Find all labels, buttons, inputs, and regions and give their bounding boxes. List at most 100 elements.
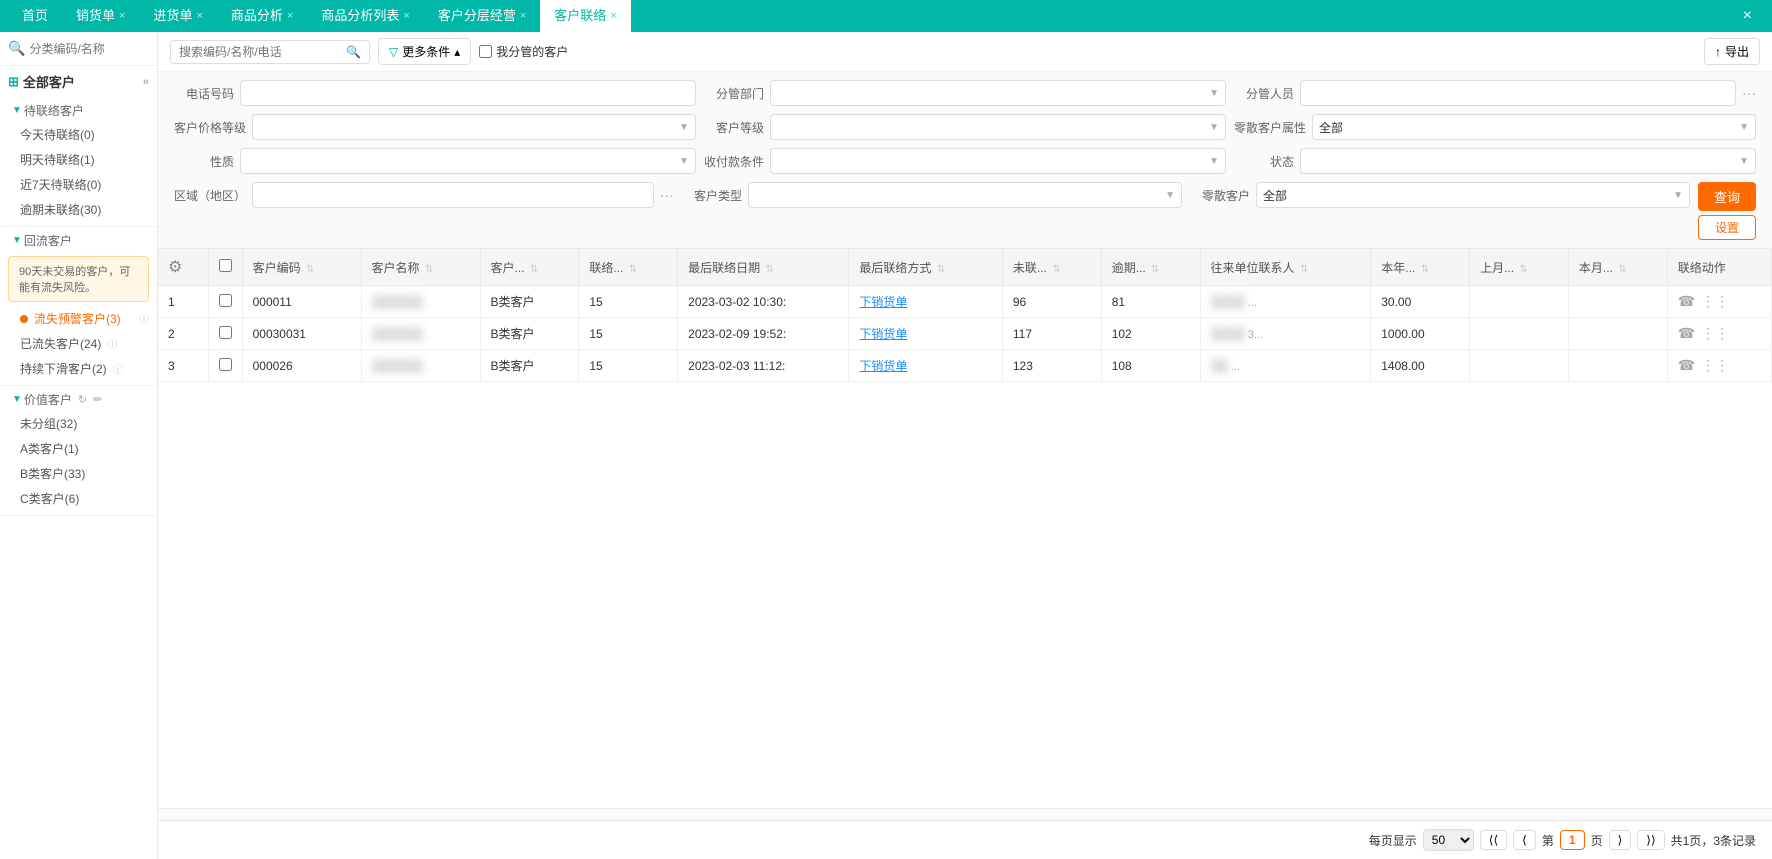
sidebar-item-class-b[interactable]: B类客户(33) bbox=[0, 461, 157, 486]
customer-level-select[interactable]: ▼ bbox=[770, 114, 1226, 140]
value-customers-title[interactable]: ▼ 价值客户 ↻ ✏ bbox=[0, 386, 157, 411]
payment-select[interactable]: ▼ bbox=[770, 148, 1226, 174]
sidebar-item-7days[interactable]: 近7天待联络(0) bbox=[0, 172, 157, 197]
grid-settings-icon[interactable]: ⚙ bbox=[168, 259, 182, 276]
contact-sort-icon[interactable]: ⇅ bbox=[629, 264, 637, 275]
filter-bar: 🔍 ▽ 更多条件 ▴ 我分管的客户 ↑ 导出 bbox=[158, 32, 1772, 72]
my-customers-checkbox[interactable]: 我分管的客户 bbox=[479, 43, 568, 60]
row1-method-link[interactable]: 下销货单 bbox=[859, 295, 907, 309]
row1-phone-icon[interactable]: ☎ bbox=[1678, 293, 1695, 310]
overdue-sort-icon[interactable]: ⇅ bbox=[1151, 264, 1159, 275]
row1-more-icon[interactable]: ⋮⋮ bbox=[1701, 293, 1729, 310]
value-edit-icon[interactable]: ✏ bbox=[93, 393, 102, 406]
sidebar-item-churn-warning[interactable]: 流失预警客户(3) ⓘ bbox=[0, 306, 157, 331]
nav-home[interactable]: 首页 bbox=[8, 0, 62, 32]
my-customers-check-input[interactable] bbox=[479, 45, 492, 58]
sidebar-item-class-a[interactable]: A类客户(1) bbox=[0, 436, 157, 461]
row2-more-icon[interactable]: ⋮⋮ bbox=[1701, 325, 1729, 342]
setting-button[interactable]: 设置 bbox=[1698, 215, 1756, 240]
next-page-button[interactable]: ⟩ bbox=[1609, 830, 1632, 850]
price-level-select[interactable]: ▼ bbox=[252, 114, 696, 140]
nav-purchase[interactable]: 进货单 × bbox=[139, 0, 216, 32]
region-more-button[interactable]: ··· bbox=[660, 187, 674, 203]
tm-sort-icon[interactable]: ⇅ bbox=[1618, 264, 1626, 275]
sidebar-item-overdue[interactable]: 逾期未联络(30) bbox=[0, 197, 157, 222]
per-page-select[interactable]: 50 100 bbox=[1423, 829, 1474, 851]
name-sort-icon[interactable]: ⇅ bbox=[425, 264, 433, 275]
row2-checkbox[interactable] bbox=[219, 326, 232, 339]
last-method-sort-icon[interactable]: ⇅ bbox=[937, 264, 945, 275]
sidebar-item-class-c[interactable]: C类客户(6) bbox=[0, 486, 157, 511]
triangle-icon3: ▼ bbox=[12, 394, 22, 405]
person-select[interactable] bbox=[1300, 80, 1736, 106]
close-customer-contact-icon[interactable]: × bbox=[610, 0, 616, 32]
row3-more-icon[interactable]: ⋮⋮ bbox=[1701, 357, 1729, 374]
row3-checkbox[interactable] bbox=[219, 358, 232, 371]
collapse-icon[interactable]: « bbox=[143, 76, 149, 88]
nav-product-list[interactable]: 商品分析列表 × bbox=[307, 0, 423, 32]
prev-page-button[interactable]: ⟨ bbox=[1513, 830, 1536, 850]
dept-select[interactable]: ▼ bbox=[770, 80, 1226, 106]
query-button[interactable]: 查询 bbox=[1698, 182, 1756, 211]
select-all-checkbox[interactable] bbox=[219, 259, 232, 272]
more-conditions-button[interactable]: ▽ 更多条件 ▴ bbox=[378, 38, 471, 65]
horizontal-scrollbar[interactable] bbox=[158, 808, 1772, 820]
uncontacted-sort-icon[interactable]: ⇅ bbox=[1052, 264, 1060, 275]
row3-overdue: 108 bbox=[1101, 350, 1200, 382]
row2-phone-icon[interactable]: ☎ bbox=[1678, 325, 1695, 342]
settings-col-header[interactable]: ⚙ bbox=[158, 249, 208, 286]
sidebar-item-tomorrow[interactable]: 明天待联络(1) bbox=[0, 147, 157, 172]
sidebar-search-icon: 🔍 bbox=[8, 40, 25, 57]
status-arrow: ▼ bbox=[1739, 156, 1749, 167]
region-select[interactable] bbox=[252, 182, 654, 208]
returning-customers-title[interactable]: ▼ 回流客户 bbox=[0, 227, 157, 252]
export-button[interactable]: ↑ 导出 bbox=[1704, 38, 1760, 65]
lm-sort-icon[interactable]: ⇅ bbox=[1519, 264, 1527, 275]
close-purchase-icon[interactable]: × bbox=[196, 0, 202, 32]
sidebar-item-declining[interactable]: 持续下滑客户(2) ⓘ bbox=[0, 356, 157, 381]
last-page-button[interactable]: ⟩⟩ bbox=[1637, 830, 1664, 850]
row1-checkbox[interactable] bbox=[219, 294, 232, 307]
sidebar-item-unclassified[interactable]: 未分组(32) bbox=[0, 411, 157, 436]
row2-method-link[interactable]: 下销货单 bbox=[859, 327, 907, 341]
nature-select[interactable]: ▼ bbox=[240, 148, 696, 174]
close-customer-tier-icon[interactable]: × bbox=[520, 0, 526, 32]
row3-phone-icon[interactable]: ☎ bbox=[1678, 357, 1695, 374]
cp-sort-icon[interactable]: ⇅ bbox=[1300, 264, 1308, 275]
close-product-analysis-icon[interactable]: × bbox=[287, 0, 293, 32]
value-refresh-icon[interactable]: ↻ bbox=[78, 393, 87, 406]
close-sales-icon[interactable]: × bbox=[119, 0, 125, 32]
filter-row-2: 客户价格等级 ▼ 客户等级 ▼ 零散客户属性 全部 bbox=[174, 114, 1756, 140]
row3-index: 3 bbox=[158, 350, 208, 382]
row3-method-link[interactable]: 下销货单 bbox=[859, 359, 907, 373]
nav-customer-contact[interactable]: 客户联络 × bbox=[540, 0, 630, 32]
row3-actions: ☎ ⋮⋮ bbox=[1667, 350, 1771, 382]
filter-search-input[interactable] bbox=[179, 45, 342, 59]
nav-product-analysis[interactable]: 商品分析 × bbox=[217, 0, 307, 32]
row3-this-year: 1408.00 bbox=[1371, 350, 1470, 382]
sidebar-item-today[interactable]: 今天待联络(0) bbox=[0, 122, 157, 147]
phone-input[interactable] bbox=[240, 80, 696, 106]
payment-label: 收付款条件 bbox=[704, 153, 764, 170]
first-page-button[interactable]: ⟨⟨ bbox=[1480, 830, 1507, 850]
retail-customer-select[interactable]: 全部 ▼ bbox=[1256, 182, 1690, 208]
ty-sort-icon[interactable]: ⇅ bbox=[1421, 264, 1429, 275]
sidebar-search-input[interactable] bbox=[29, 42, 158, 56]
window-close-button[interactable]: × bbox=[1731, 7, 1764, 25]
nav-sales[interactable]: 销货单 × bbox=[62, 0, 139, 32]
code-sort-icon[interactable]: ⇅ bbox=[306, 264, 314, 275]
filter-search-box[interactable]: 🔍 bbox=[170, 40, 370, 64]
nav-customer-tier[interactable]: 客户分层经营 × bbox=[424, 0, 540, 32]
customer-type-select[interactable]: ▼ bbox=[748, 182, 1182, 208]
status-field: 状态 ▼ bbox=[1234, 148, 1756, 174]
last-date-sort-icon[interactable]: ⇅ bbox=[766, 264, 774, 275]
sidebar-item-churned[interactable]: 已流失客户(24) ⓘ bbox=[0, 331, 157, 356]
person-more-button[interactable]: ··· bbox=[1742, 85, 1756, 101]
status-select[interactable]: ▼ bbox=[1300, 148, 1756, 174]
sidebar-all-customers[interactable]: ⊞ 全部客户 « bbox=[0, 66, 157, 97]
pending-contact-title[interactable]: ▼ 待联络客户 bbox=[0, 97, 157, 122]
retail-attr-select[interactable]: 全部 ▼ bbox=[1312, 114, 1756, 140]
row1-type: B类客户 bbox=[480, 286, 579, 318]
type-sort-icon[interactable]: ⇅ bbox=[530, 264, 538, 275]
close-product-list-icon[interactable]: × bbox=[403, 0, 409, 32]
